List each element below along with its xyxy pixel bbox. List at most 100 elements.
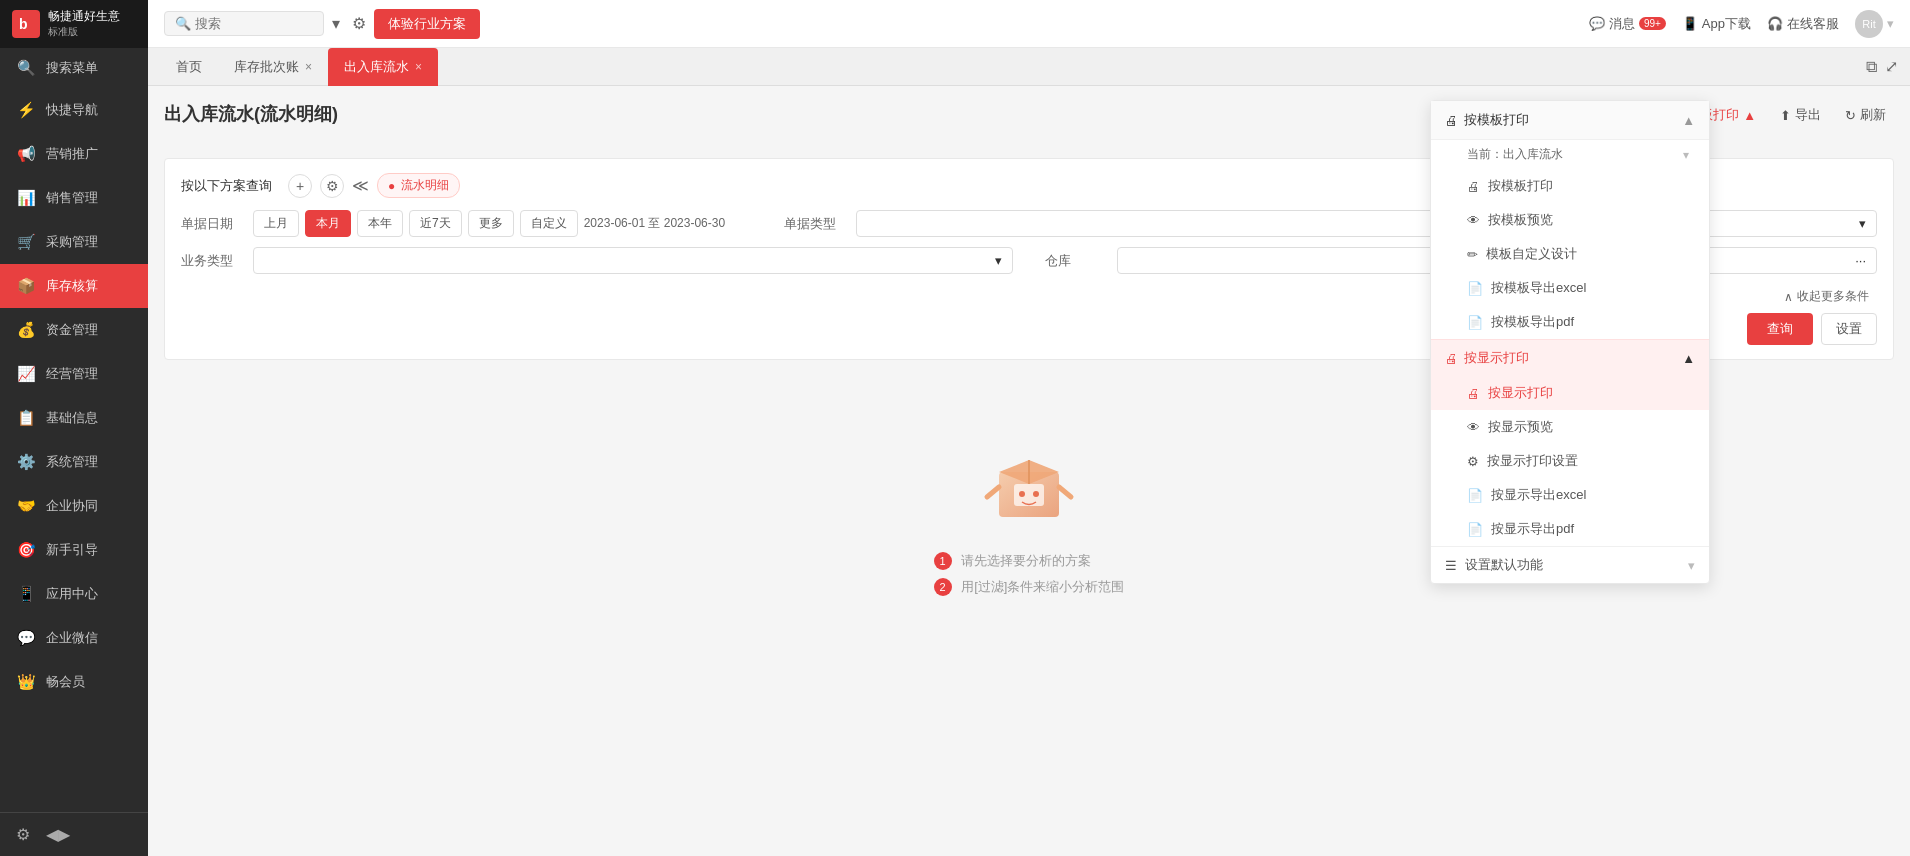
search-input[interactable] [195, 16, 315, 31]
filter-settings-btn[interactable]: ⚙ [320, 174, 344, 198]
sidebar-item-label: 快捷导航 [46, 101, 98, 119]
tab-flow-close[interactable]: × [415, 60, 422, 74]
export-btn[interactable]: ⬆ 导出 [1772, 102, 1829, 128]
dropdown-item-template-custom[interactable]: ✏ 模板自定义设计 [1431, 237, 1709, 271]
sales-icon: 📊 [16, 188, 36, 208]
date-btn-7days[interactable]: 近7天 [409, 210, 462, 237]
collapse-sidebar-icon[interactable]: ◀▶ [46, 825, 70, 844]
sidebar-item-quick-nav[interactable]: ⚡ 快捷导航 [0, 88, 148, 132]
settings-bottom-icon[interactable]: ⚙ [16, 825, 30, 844]
dropdown-item-template-print[interactable]: 🖨 按模板打印 [1431, 169, 1709, 203]
date-btn-more[interactable]: 更多 [468, 210, 514, 237]
sidebar-menu: 🔍 搜索菜单 ⚡ 快捷导航 📢 营销推广 📊 销售管理 🛒 采购管理 📦 库存核… [0, 48, 148, 812]
tab-batch-account[interactable]: 库存批次账 × [218, 48, 328, 86]
export-label: 导出 [1795, 106, 1821, 124]
tabs-bar: 首页 库存批次账 × 出入库流水 × ⧉ ⤢ [148, 48, 1910, 86]
sidebar-item-sales[interactable]: 📊 销售管理 [0, 176, 148, 220]
current-label: 当前：出入库流水 [1467, 146, 1563, 163]
dropdown-item-template-pdf[interactable]: 📄 按模板导出pdf [1431, 305, 1709, 339]
dropdown-item-display-preview[interactable]: 👁 按显示预览 [1431, 410, 1709, 444]
item-label: 按显示打印设置 [1487, 452, 1578, 470]
tab-home[interactable]: 首页 [160, 48, 218, 86]
empty-steps: 1 请先选择要分析的方案 2 用[过滤]条件来缩小分析范围 [934, 548, 1125, 600]
dropdown-set-default-btn[interactable]: ☰ 设置默认功能 ▾ [1431, 546, 1709, 583]
sidebar-item-enterprise[interactable]: 🤝 企业协同 [0, 484, 148, 528]
topbar-search-box[interactable]: 🔍 [164, 11, 324, 36]
date-btn-this-month[interactable]: 本月 [305, 210, 351, 237]
preview-icon-sub: 👁 [1467, 213, 1480, 228]
sidebar-item-label: 企业协同 [46, 497, 98, 515]
dropdown-item-display-excel[interactable]: 📄 按显示导出excel [1431, 478, 1709, 512]
sidebar-item-label: 新手引导 [46, 541, 98, 559]
dropdown-item-display-settings[interactable]: ⚙ 按显示打印设置 [1431, 444, 1709, 478]
dropdown-display-section-header[interactable]: 🖨 按显示打印 ▲ [1431, 339, 1709, 376]
refresh-icon: ↻ [1845, 108, 1856, 123]
user-name: Rit [1862, 18, 1875, 30]
settings-icon[interactable]: ⚙ [352, 14, 366, 33]
dropdown-arrow-icon[interactable]: ▾ [332, 14, 340, 33]
dropdown-item-template-preview[interactable]: 👁 按模板预览 [1431, 203, 1709, 237]
message-btn[interactable]: 💬 消息 99+ [1589, 15, 1666, 33]
settings-btn[interactable]: 设置 [1821, 313, 1877, 345]
topbar: 🔍 ▾ ⚙ 体验行业方案 💬 消息 99+ 📱 App下载 🎧 在线客服 [148, 0, 1910, 48]
sidebar-item-guide[interactable]: 🎯 新手引导 [0, 528, 148, 572]
sidebar-item-inventory[interactable]: 📦 库存核算 [0, 264, 148, 308]
page-title: 出入库流水(流水明细) [164, 102, 338, 126]
date-btn-last-month[interactable]: 上月 [253, 210, 299, 237]
default-label: 设置默认功能 [1465, 556, 1543, 574]
solution-btn[interactable]: 体验行业方案 [374, 9, 480, 39]
date-btn-this-year[interactable]: 本年 [357, 210, 403, 237]
sidebar-item-basic[interactable]: 📋 基础信息 [0, 396, 148, 440]
sidebar-item-finance[interactable]: 💰 资金管理 [0, 308, 148, 352]
display-preview-icon: 👁 [1467, 420, 1480, 435]
app-download-btn[interactable]: 📱 App下载 [1682, 15, 1751, 33]
user-avatar-btn[interactable]: Rit ▾ [1855, 10, 1894, 38]
tab-flow[interactable]: 出入库流水 × [328, 48, 438, 86]
user-avatar: Rit [1855, 10, 1883, 38]
template-print-dropdown: 🖨 按模板打印 ▲ 当前：出入库流水 ▾ 🖨 按模板打印 👁 按模板预览 ✏ 模… [1430, 100, 1710, 584]
sidebar-item-operation[interactable]: 📈 经营管理 [0, 352, 148, 396]
message-label: 消息 [1609, 15, 1635, 33]
search-icon: 🔍 [16, 58, 36, 78]
topbar-right: 💬 消息 99+ 📱 App下载 🎧 在线客服 Rit ▾ [1589, 10, 1894, 38]
message-icon: 💬 [1589, 16, 1605, 31]
sidebar-item-search[interactable]: 🔍 搜索菜单 [0, 48, 148, 88]
filter-tag[interactable]: ● 流水明细 [377, 173, 460, 198]
sidebar-item-label: 销售管理 [46, 189, 98, 207]
message-badge: 99+ [1639, 17, 1666, 30]
maximize-window-icon[interactable]: ⤢ [1885, 57, 1898, 76]
sidebar-item-purchase[interactable]: 🛒 采购管理 [0, 220, 148, 264]
add-filter-btn[interactable]: + [288, 174, 312, 198]
app-center-icon: 📱 [16, 584, 36, 604]
print-header-icon: 🖨 [1445, 113, 1458, 128]
date-btn-custom[interactable]: 自定义 [520, 210, 578, 237]
tab-batch-account-close[interactable]: × [305, 60, 312, 74]
filter-label: 按以下方案查询 [181, 177, 272, 195]
query-btn[interactable]: 查询 [1747, 313, 1813, 345]
dropdown-item-display-pdf[interactable]: 📄 按显示导出pdf [1431, 512, 1709, 546]
warehouse-label: 仓库 [1045, 252, 1105, 270]
sidebar-item-marketing[interactable]: 📢 营销推广 [0, 132, 148, 176]
inventory-icon: 📦 [16, 276, 36, 296]
sidebar-item-wechat[interactable]: 💬 企业微信 [0, 616, 148, 660]
svg-text:b: b [19, 16, 28, 32]
vip-icon: 👑 [16, 672, 36, 692]
dropdown-collapse-icon[interactable]: ▲ [1682, 113, 1695, 128]
collapse-more-btn[interactable]: ∧ 收起更多条件 [1776, 284, 1877, 309]
filter-collapse-icon[interactable]: ≪ [352, 176, 369, 195]
business-type-select[interactable]: ▾ [253, 247, 1013, 274]
online-service-btn[interactable]: 🎧 在线客服 [1767, 15, 1839, 33]
pdf-icon-sub: 📄 [1467, 315, 1483, 330]
restore-window-icon[interactable]: ⧉ [1866, 58, 1877, 76]
dropdown-item-template-excel[interactable]: 📄 按模板导出excel [1431, 271, 1709, 305]
display-section-label: 按显示打印 [1464, 349, 1529, 367]
sidebar-item-system[interactable]: ⚙️ 系统管理 [0, 440, 148, 484]
item-label: 按模板预览 [1488, 211, 1553, 229]
sidebar-item-vip[interactable]: 👑 畅会员 [0, 660, 148, 704]
marketing-icon: 📢 [16, 144, 36, 164]
doc-type-select[interactable]: ▾ [856, 210, 1877, 237]
display-section-arrow: ▲ [1682, 351, 1695, 366]
sidebar-item-app-center[interactable]: 📱 应用中心 [0, 572, 148, 616]
dropdown-item-display-print[interactable]: 🖨 按显示打印 [1431, 376, 1709, 410]
refresh-btn[interactable]: ↻ 刷新 [1837, 102, 1894, 128]
